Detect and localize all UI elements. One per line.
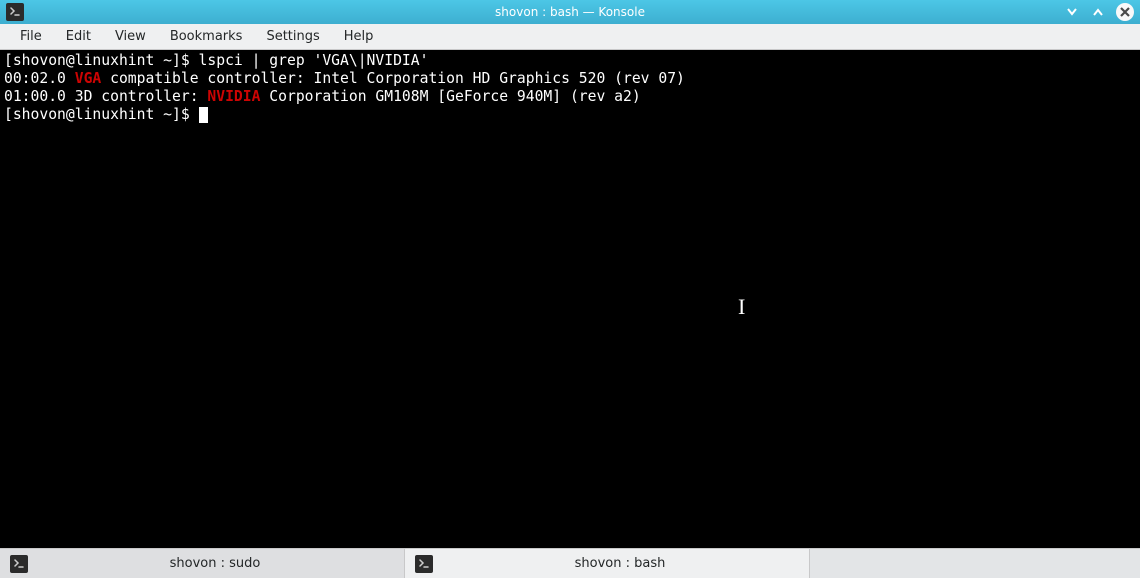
minimize-button[interactable] <box>1064 4 1080 20</box>
grep-match: VGA <box>75 70 102 87</box>
tab-label: shovon : bash <box>441 556 799 571</box>
terminal-icon <box>10 555 28 573</box>
terminal-icon <box>415 555 433 573</box>
close-button[interactable] <box>1116 3 1134 21</box>
grep-match: NVIDIA <box>207 88 260 105</box>
menu-edit[interactable]: Edit <box>54 26 103 47</box>
window-controls <box>1064 3 1140 21</box>
tab-label: shovon : sudo <box>36 556 394 571</box>
menu-file[interactable]: File <box>8 26 54 47</box>
output-text: 00:02.0 <box>4 70 75 87</box>
command-text: lspci | grep 'VGA\|NVIDIA' <box>199 52 429 69</box>
app-terminal-icon <box>6 3 24 21</box>
tab-bar: shovon : sudo shovon : bash <box>0 548 1140 578</box>
terminal-cursor <box>199 107 208 123</box>
output-text: Corporation GM108M [GeForce 940M] (rev a… <box>260 88 640 105</box>
menu-view[interactable]: View <box>103 26 158 47</box>
prompt: [shovon@linuxhint ~]$ <box>4 52 199 69</box>
prompt: [shovon@linuxhint ~]$ <box>4 106 199 123</box>
mouse-ibeam-cursor-icon: I <box>738 298 745 316</box>
menu-bookmarks[interactable]: Bookmarks <box>158 26 255 47</box>
window-titlebar: shovon : bash — Konsole <box>0 0 1140 24</box>
window-title: shovon : bash — Konsole <box>495 5 645 19</box>
tab-shovon-sudo[interactable]: shovon : sudo <box>0 549 405 578</box>
terminal-viewport[interactable]: [shovon@linuxhint ~]$ lspci | grep 'VGA\… <box>0 50 1140 548</box>
output-text: compatible controller: Intel Corporation… <box>101 70 685 87</box>
tab-shovon-bash[interactable]: shovon : bash <box>405 549 810 578</box>
maximize-button[interactable] <box>1090 4 1106 20</box>
menubar: File Edit View Bookmarks Settings Help <box>0 24 1140 50</box>
output-text: 01:00.0 3D controller: <box>4 88 207 105</box>
menu-help[interactable]: Help <box>332 26 386 47</box>
menu-settings[interactable]: Settings <box>254 26 331 47</box>
